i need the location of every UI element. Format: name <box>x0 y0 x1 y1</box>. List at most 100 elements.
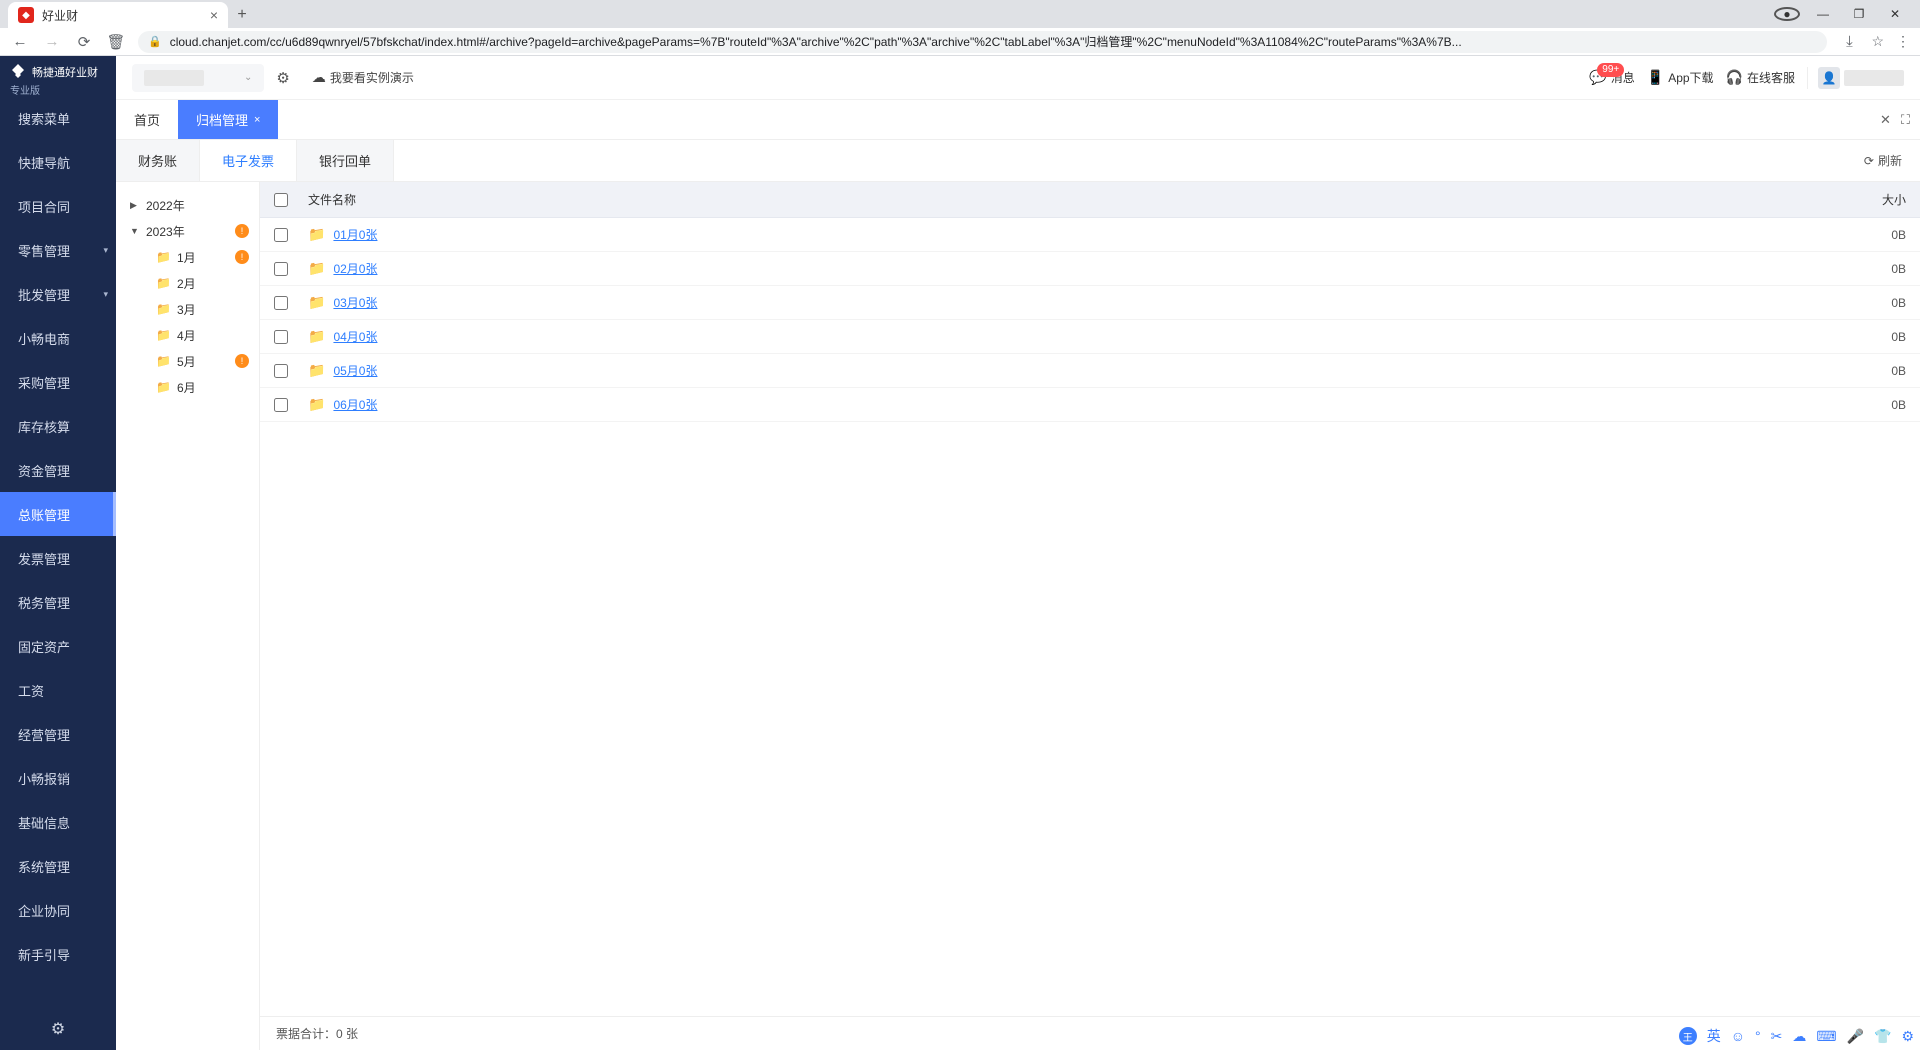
file-size: 0B <box>1836 296 1906 310</box>
page-tab-label: 首页 <box>134 110 160 129</box>
headset-icon: 🎧 <box>1726 69 1743 86</box>
refresh-button[interactable]: ⟳ 刷新 <box>1864 152 1902 169</box>
sidebar-item[interactable]: 资金管理 <box>0 448 116 492</box>
sidebar-item[interactable]: 零售管理▾ <box>0 228 116 272</box>
support-button[interactable]: 🎧 在线客服 <box>1726 69 1795 86</box>
folder-icon: 📁 <box>308 396 325 413</box>
app-download-button[interactable]: 📱 App下载 <box>1647 69 1714 86</box>
sidebar-item[interactable]: 系统管理 <box>0 844 116 888</box>
url-text: cloud.chanjet.com/cc/u6d89qwnryel/57bfsk… <box>170 33 1462 50</box>
sidebar-item[interactable]: 企业协同 <box>0 888 116 932</box>
folder-icon: 📁 <box>308 362 325 379</box>
subtab[interactable]: 财务账 <box>116 140 200 181</box>
messages-badge: 99+ <box>1597 63 1624 77</box>
row-checkbox[interactable] <box>274 296 288 310</box>
file-name-link[interactable]: 05月0张 <box>333 362 377 379</box>
subtab[interactable]: 电子发票 <box>200 140 297 181</box>
ime-settings-icon[interactable]: ⚙ <box>1901 1028 1914 1045</box>
sidebar-item[interactable]: 库存核算 <box>0 404 116 448</box>
org-settings-icon[interactable]: ⚙ <box>276 69 289 87</box>
row-checkbox[interactable] <box>274 364 288 378</box>
settings-gear-icon[interactable]: ⚙ <box>51 1019 65 1039</box>
demo-link[interactable]: 我要看实例演示 <box>312 69 414 86</box>
browser-tab[interactable]: ◆ 好业财 × <box>8 2 228 28</box>
sidebar-item[interactable]: 总账管理 <box>0 492 116 536</box>
row-checkbox[interactable] <box>274 262 288 276</box>
ime-lang[interactable]: 英 <box>1707 1026 1721 1046</box>
row-checkbox[interactable] <box>274 228 288 242</box>
sidebar-item[interactable]: 批发管理▾ <box>0 272 116 316</box>
sidebar-item[interactable]: 采购管理 <box>0 360 116 404</box>
ime-main-icon[interactable]: 王 <box>1679 1027 1697 1045</box>
chrome-menu-icon[interactable]: ⋮ <box>1896 33 1910 50</box>
install-app-icon[interactable]: ⤓ <box>1839 33 1859 50</box>
sidebar-item[interactable]: 新手引导 <box>0 932 116 976</box>
window-minimize-icon[interactable]: — <box>1810 7 1836 21</box>
sidebar: 畅捷通好业财 专业版 搜索菜单快捷导航项目合同零售管理▾批发管理▾小畅电商采购管… <box>0 56 116 1050</box>
fullscreen-icon[interactable]: ⛶ <box>1901 112 1910 128</box>
tree-month[interactable]: 📁2月 <box>122 270 253 296</box>
ime-scissors-icon[interactable]: ✂ <box>1771 1028 1783 1045</box>
user-menu[interactable]: 👤 <box>1807 67 1904 89</box>
file-name-link[interactable]: 01月0张 <box>333 226 377 243</box>
tree-month[interactable]: 📁5月! <box>122 348 253 374</box>
messages-button[interactable]: 99+ 💬 消息 <box>1589 69 1634 86</box>
file-name-link[interactable]: 04月0张 <box>333 328 377 345</box>
org-selector[interactable]: ⌄ <box>132 64 264 92</box>
tab-close-icon[interactable]: × <box>210 7 218 23</box>
ime-toolbar[interactable]: 王 英 ☺ ° ✂ ☁ ⌨ 🎤 👕 ⚙ <box>1679 1026 1914 1046</box>
extension-icon[interactable]: ● <box>1774 7 1800 21</box>
ime-comma-icon[interactable]: ° <box>1755 1028 1761 1044</box>
subtab[interactable]: 银行回单 <box>297 140 394 181</box>
ime-mic-icon[interactable]: 🎤 <box>1847 1028 1864 1045</box>
sidebar-item[interactable]: 快捷导航 <box>0 140 116 184</box>
folder-icon: 📁 <box>308 260 325 277</box>
alert-badge-icon: ! <box>235 354 249 368</box>
sidebar-item[interactable]: 发票管理 <box>0 536 116 580</box>
window-close-icon[interactable]: ✕ <box>1882 7 1908 21</box>
demo-link-label: 我要看实例演示 <box>330 69 414 86</box>
sidebar-item[interactable]: 搜索菜单 <box>0 96 116 140</box>
nav-back-icon[interactable]: ← <box>10 33 30 50</box>
avatar-icon: 👤 <box>1818 67 1840 89</box>
ime-emoji-icon[interactable]: ☺ <box>1731 1028 1745 1044</box>
ime-shirt-icon[interactable]: 👕 <box>1874 1028 1891 1045</box>
page-tab[interactable]: 首页 <box>116 100 178 139</box>
tab-close-icon[interactable]: × <box>254 114 260 126</box>
tree-month[interactable]: 📁1月! <box>122 244 253 270</box>
file-row: 📁03月0张0B <box>260 286 1920 320</box>
sidebar-item[interactable]: 工资 <box>0 668 116 712</box>
tree-month[interactable]: 📁6月 <box>122 374 253 400</box>
sidebar-item[interactable]: 基础信息 <box>0 800 116 844</box>
bookmark-star-icon[interactable]: ☆ <box>1871 33 1884 50</box>
nav-reload-icon[interactable]: ⟳ <box>74 33 94 51</box>
logo-text: 畅捷通好业财 <box>32 64 98 80</box>
ime-cloud-icon[interactable]: ☁ <box>1792 1028 1806 1045</box>
sidebar-item[interactable]: 固定资产 <box>0 624 116 668</box>
row-checkbox[interactable] <box>274 330 288 344</box>
sidebar-item[interactable]: 经营管理 <box>0 712 116 756</box>
file-name-link[interactable]: 03月0张 <box>333 294 377 311</box>
folder-icon: 📁 <box>156 380 171 394</box>
file-name-link[interactable]: 06月0张 <box>333 396 377 413</box>
new-tab-button[interactable]: + <box>228 2 256 28</box>
tree-year-2022[interactable]: ▶ 2022年 <box>122 192 253 218</box>
close-all-tabs-icon[interactable]: ✕ <box>1880 112 1891 128</box>
folder-icon: 📁 <box>156 276 171 290</box>
tree-month[interactable]: 📁3月 <box>122 296 253 322</box>
select-all-checkbox[interactable] <box>274 193 288 207</box>
sidebar-item[interactable]: 税务管理 <box>0 580 116 624</box>
page-tab[interactable]: 归档管理× <box>178 100 278 139</box>
address-bar[interactable]: 🔒 cloud.chanjet.com/cc/u6d89qwnryel/57bf… <box>138 31 1827 53</box>
file-name-link[interactable]: 02月0张 <box>333 260 377 277</box>
sidebar-item[interactable]: 小畅报销 <box>0 756 116 800</box>
window-maximize-icon[interactable]: ❐ <box>1846 7 1872 21</box>
col-filename: 文件名称 <box>288 191 1836 208</box>
tree-month[interactable]: 📁4月 <box>122 322 253 348</box>
row-checkbox[interactable] <box>274 398 288 412</box>
tree-year-2023[interactable]: ▼ 2023年 ! <box>122 218 253 244</box>
sidebar-item[interactable]: 项目合同 <box>0 184 116 228</box>
sidebar-item[interactable]: 小畅电商 <box>0 316 116 360</box>
ime-keyboard-icon[interactable]: ⌨ <box>1816 1028 1836 1045</box>
nav-delete-icon[interactable]: 🗑 <box>106 33 126 51</box>
